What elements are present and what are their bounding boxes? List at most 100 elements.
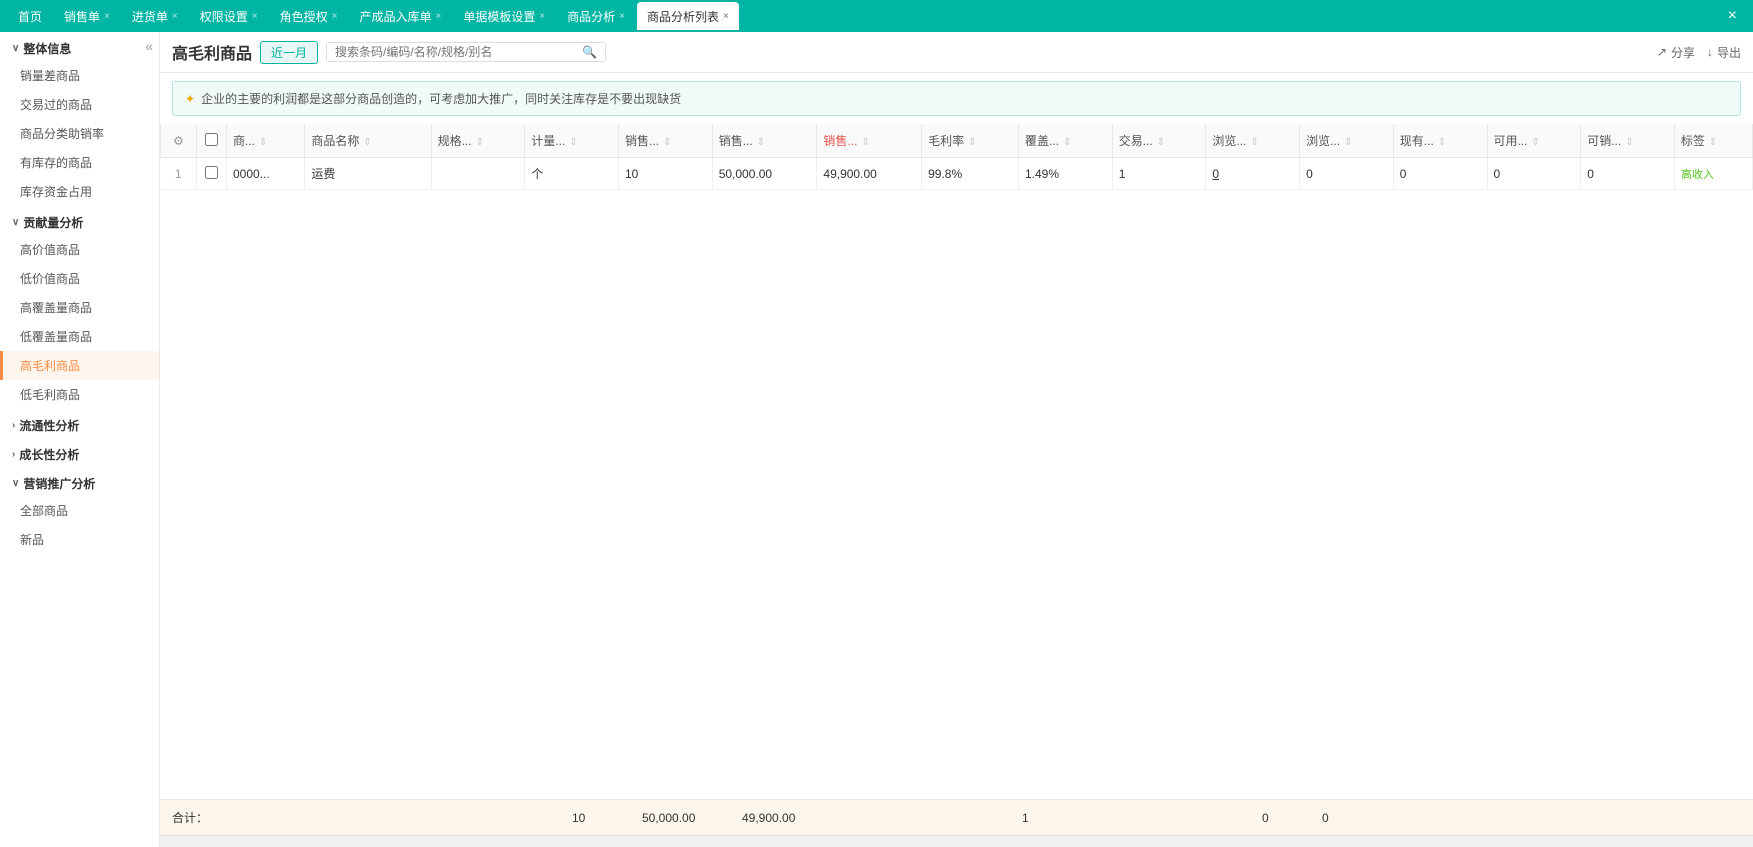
col-transactions[interactable]: 交易...⇕ xyxy=(1112,124,1206,158)
row-num: 1 xyxy=(161,158,197,190)
contribution-label: 贡献量分析 xyxy=(23,214,83,231)
settings-icon[interactable]: ⚙ xyxy=(173,134,184,148)
page-title: 高毛利商品 xyxy=(172,40,252,64)
marketing-arrow: ∨ xyxy=(12,478,19,489)
table-header-row: ⚙ 商...⇕ 商品名称⇕ 规格...⇕ 计量...⇕ 销售...⇕ 销售...… xyxy=(161,124,1753,158)
sidebar-item-high-margin[interactable]: 高毛利商品 xyxy=(0,351,159,380)
col-checkbox[interactable] xyxy=(197,124,227,158)
sidebar-item-low-value[interactable]: 低价值商品 xyxy=(0,264,159,293)
content-area: 高毛利商品 近一月 🔍 ↗ 分享 ↓ 导出 ✦ 企业的主要的利润都是这部分商品创… xyxy=(160,32,1753,847)
sidebar-item-traded[interactable]: 交易过的商品 xyxy=(0,90,159,119)
sidebar-item-high-coverage[interactable]: 高覆盖量商品 xyxy=(0,293,159,322)
close-purchase-tab[interactable]: × xyxy=(172,11,178,22)
export-button[interactable]: ↓ 导出 xyxy=(1707,44,1741,61)
row-sellable-stock: 0 xyxy=(1581,158,1675,190)
close-analysis-tab[interactable]: × xyxy=(619,11,625,22)
sidebar-group-liquidity[interactable]: › 流通性分析 xyxy=(0,409,159,438)
col-sellable-stock[interactable]: 可销...⇕ xyxy=(1581,124,1675,158)
row-unit: 个 xyxy=(525,158,619,190)
close-analysis-list-tab[interactable]: × xyxy=(723,11,729,22)
row-gross-margin: 99.8% xyxy=(922,158,1019,190)
col-sales-cost[interactable]: 销售...⇕ xyxy=(817,124,922,158)
sidebar-group-marketing[interactable]: ∨ 营销推广分析 xyxy=(0,467,159,496)
footer-transactions: 1 xyxy=(1022,811,1082,825)
share-button[interactable]: ↗ 分享 xyxy=(1657,44,1695,61)
col-gross-margin[interactable]: 毛利率⇕ xyxy=(922,124,1019,158)
sidebar-collapse-button[interactable]: « xyxy=(145,38,153,54)
close-permissions-tab[interactable]: × xyxy=(252,11,258,22)
liquidity-arrow: › xyxy=(12,420,15,431)
close-sales-tab[interactable]: × xyxy=(104,11,110,22)
col-tag[interactable]: 标签⇕ xyxy=(1674,124,1752,158)
col-sales-qty[interactable]: 销售...⇕ xyxy=(618,124,712,158)
data-table-container[interactable]: ⚙ 商...⇕ 商品名称⇕ 规格...⇕ 计量...⇕ 销售...⇕ 销售...… xyxy=(160,124,1753,799)
footer-sellable-stock: 0 xyxy=(1322,811,1382,825)
col-current-stock[interactable]: 现有...⇕ xyxy=(1393,124,1487,158)
nav-tab-analysis-list[interactable]: 商品分析列表 × xyxy=(637,2,739,30)
nav-tab-permissions[interactable]: 权限设置 × xyxy=(190,2,268,30)
col-spec[interactable]: 规格...⇕ xyxy=(431,124,525,158)
footer-label: 合计： xyxy=(172,809,372,826)
search-box: 🔍 xyxy=(326,42,606,62)
sidebar-item-in-stock[interactable]: 有库存的商品 xyxy=(0,148,159,177)
col-views1[interactable]: 浏览...⇕ xyxy=(1206,124,1300,158)
col-views2[interactable]: 浏览...⇕ xyxy=(1300,124,1394,158)
nav-tab-purchase[interactable]: 进货单 × xyxy=(122,2,188,30)
sidebar-group-growth[interactable]: › 成长性分析 xyxy=(0,438,159,467)
info-icon: ✦ xyxy=(185,92,195,106)
nav-tab-home[interactable]: 首页 xyxy=(8,2,52,30)
nav-tab-analysis[interactable]: 商品分析 × xyxy=(557,2,635,30)
col-name[interactable]: 商品名称⇕ xyxy=(305,124,431,158)
sidebar-item-low-margin[interactable]: 低毛利商品 xyxy=(0,380,159,409)
sidebar-item-category-rate[interactable]: 商品分类助销率 xyxy=(0,119,159,148)
nav-tab-sales[interactable]: 销售单 × xyxy=(54,2,120,30)
row-sales-cost: 49,900.00 xyxy=(817,158,922,190)
close-template-tab[interactable]: × xyxy=(539,11,545,22)
sidebar-item-low-coverage[interactable]: 低覆盖量商品 xyxy=(0,322,159,351)
row-checkbox-cell[interactable] xyxy=(197,158,227,190)
footer-total: 合计： 10 50,000.00 49,900.00 1 0 0 xyxy=(160,799,1753,835)
sidebar-group-contribution[interactable]: ∨ 贡献量分析 xyxy=(0,206,159,235)
row-name: 运费 xyxy=(305,158,431,190)
close-roles-tab[interactable]: × xyxy=(332,11,338,22)
col-available-stock[interactable]: 可用...⇕ xyxy=(1487,124,1581,158)
sidebar-item-all-products[interactable]: 全部商品 xyxy=(0,496,159,525)
sidebar-item-high-value[interactable]: 高价值商品 xyxy=(0,235,159,264)
nav-tab-product-in[interactable]: 产成品入库单 × xyxy=(349,2,451,30)
row-checkbox[interactable] xyxy=(205,166,218,179)
close-product-in-tab[interactable]: × xyxy=(435,11,441,22)
footer-sales-amount: 50,000.00 xyxy=(642,811,742,825)
date-filter-button[interactable]: 近一月 xyxy=(260,41,318,64)
row-tag: 高收入 xyxy=(1674,158,1752,190)
col-code[interactable]: 商...⇕ xyxy=(227,124,305,158)
tag-badge: 高收入 xyxy=(1681,169,1714,181)
col-settings[interactable]: ⚙ xyxy=(161,124,197,158)
nav-tab-template[interactable]: 单据模板设置 × xyxy=(453,2,555,30)
growth-arrow: › xyxy=(12,449,15,460)
growth-label: 成长性分析 xyxy=(19,446,79,463)
col-sales-amount[interactable]: 销售...⇕ xyxy=(712,124,817,158)
row-sales-amount: 50,000.00 xyxy=(712,158,817,190)
row-transactions: 1 xyxy=(1112,158,1206,190)
close-all-button[interactable]: × xyxy=(1720,7,1745,25)
sidebar: « ∨ 整体信息 销量差商品 交易过的商品 商品分类助销率 有库存的商品 库存资… xyxy=(0,32,160,847)
sidebar-group-overview[interactable]: ∨ 整体信息 xyxy=(0,32,159,61)
search-icon[interactable]: 🔍 xyxy=(582,45,597,59)
sidebar-item-new-products[interactable]: 新品 xyxy=(0,525,159,554)
search-input[interactable] xyxy=(335,45,578,59)
top-nav: 首页 销售单 × 进货单 × 权限设置 × 角色授权 × 产成品入库单 × 单据… xyxy=(0,0,1753,32)
views1-link[interactable]: 0 xyxy=(1212,167,1219,181)
row-code: 0000... xyxy=(227,158,305,190)
row-spec xyxy=(431,158,525,190)
footer-sales-qty: 10 xyxy=(572,811,642,825)
select-all-checkbox[interactable] xyxy=(205,133,218,146)
overview-arrow: ∨ xyxy=(12,43,19,54)
header-actions: ↗ 分享 ↓ 导出 xyxy=(1657,44,1741,61)
horizontal-scrollbar[interactable] xyxy=(160,835,1753,847)
data-table: ⚙ 商...⇕ 商品名称⇕ 规格...⇕ 计量...⇕ 销售...⇕ 销售...… xyxy=(160,124,1753,190)
sidebar-item-poor-sales[interactable]: 销量差商品 xyxy=(0,61,159,90)
nav-tab-roles[interactable]: 角色授权 × xyxy=(270,2,348,30)
col-unit[interactable]: 计量...⇕ xyxy=(525,124,619,158)
col-coverage[interactable]: 覆盖...⇕ xyxy=(1018,124,1112,158)
sidebar-item-capital[interactable]: 库存资金占用 xyxy=(0,177,159,206)
